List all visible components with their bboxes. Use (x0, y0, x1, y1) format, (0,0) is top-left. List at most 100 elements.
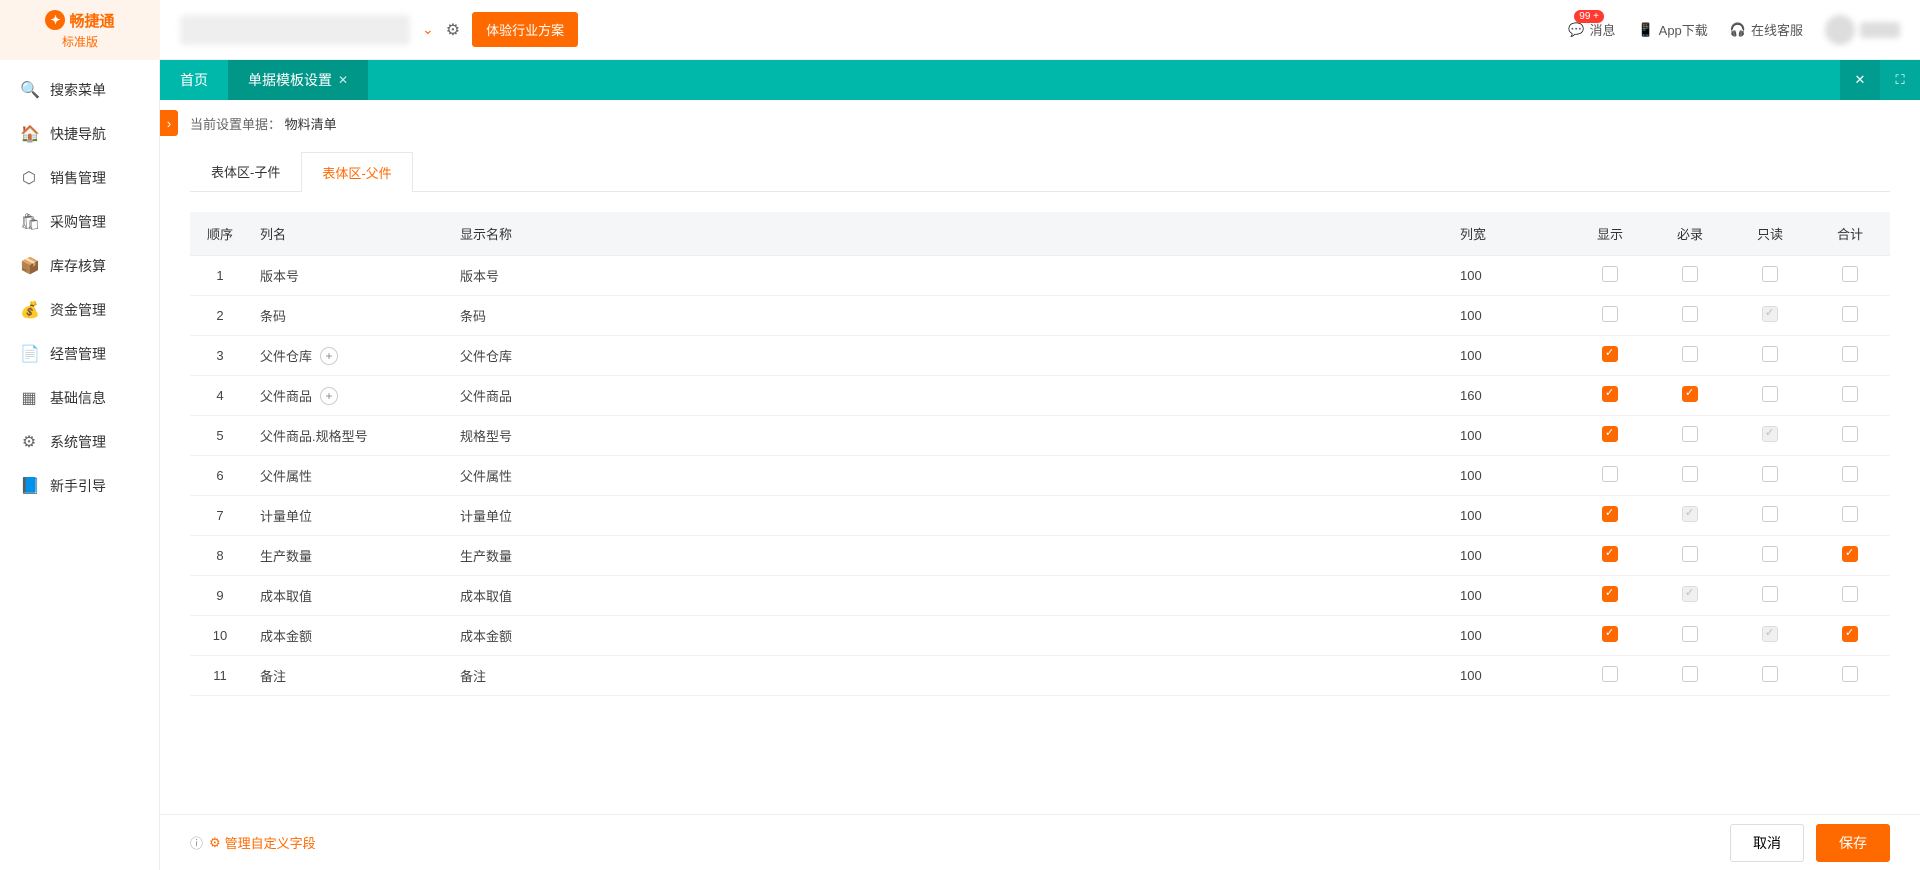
column-width[interactable]: 100 (1450, 416, 1570, 456)
help-icon[interactable]: ⓘ (190, 833, 203, 852)
display-name[interactable]: 父件仓库 (450, 336, 1450, 376)
checkbox[interactable] (1762, 546, 1778, 562)
checkbox[interactable] (1842, 426, 1858, 442)
checkbox[interactable] (1842, 266, 1858, 282)
subtab-parent[interactable]: 表体区-父件 (301, 152, 412, 192)
display-name[interactable]: 计量单位 (450, 496, 1450, 536)
display-name[interactable]: 规格型号 (450, 416, 1450, 456)
checkbox[interactable] (1682, 426, 1698, 442)
checkbox[interactable] (1682, 666, 1698, 682)
checkbox[interactable] (1602, 466, 1618, 482)
app-download-link[interactable]: 📱 App下载 (1637, 20, 1707, 39)
table-row: 3父件仓库+父件仓库100 (190, 336, 1890, 376)
column-width[interactable]: 100 (1450, 576, 1570, 616)
table-row: 1版本号版本号100 (190, 256, 1890, 296)
column-width[interactable]: 100 (1450, 656, 1570, 696)
checkbox[interactable] (1682, 346, 1698, 362)
checkbox[interactable] (1842, 626, 1858, 642)
column-width[interactable]: 100 (1450, 456, 1570, 496)
checkbox[interactable] (1842, 306, 1858, 322)
save-button[interactable]: 保存 (1816, 824, 1890, 862)
checkbox[interactable] (1762, 346, 1778, 362)
experience-button[interactable]: 体验行业方案 (472, 12, 578, 47)
sidebar-item-8[interactable]: ⚙系统管理 (0, 420, 159, 464)
checkbox[interactable] (1682, 386, 1698, 402)
display-name[interactable]: 备注 (450, 656, 1450, 696)
sidebar-item-4[interactable]: 📦库存核算 (0, 244, 159, 288)
checkbox[interactable] (1682, 546, 1698, 562)
cancel-button[interactable]: 取消 (1730, 824, 1804, 862)
checkbox[interactable] (1842, 386, 1858, 402)
tab-home[interactable]: 首页 (160, 60, 228, 100)
display-name[interactable]: 成本金额 (450, 616, 1450, 656)
checkbox[interactable] (1602, 306, 1618, 322)
checkbox[interactable] (1842, 546, 1858, 562)
th-name: 列名 (250, 212, 450, 256)
sidebar-item-6[interactable]: 📄经营管理 (0, 332, 159, 376)
user-menu[interactable] (1825, 15, 1900, 45)
checkbox[interactable] (1602, 426, 1618, 442)
gear-icon[interactable]: ⚙ (446, 20, 460, 40)
column-name: 父件属性 (260, 466, 312, 485)
column-width[interactable]: 100 (1450, 616, 1570, 656)
column-width[interactable]: 100 (1450, 256, 1570, 296)
display-name[interactable]: 父件商品 (450, 376, 1450, 416)
checkbox[interactable] (1682, 266, 1698, 282)
column-width[interactable]: 100 (1450, 496, 1570, 536)
checkbox[interactable] (1602, 386, 1618, 402)
checkbox[interactable] (1842, 506, 1858, 522)
checkbox[interactable] (1762, 666, 1778, 682)
sidebar-item-3[interactable]: 🛍采购管理 (0, 200, 159, 244)
checkbox[interactable] (1602, 666, 1618, 682)
tab-template-settings[interactable]: 单据模板设置 ✕ (228, 60, 368, 100)
column-width[interactable]: 100 (1450, 336, 1570, 376)
sidebar-item-7[interactable]: ▦基础信息 (0, 376, 159, 420)
checkbox[interactable] (1842, 466, 1858, 482)
display-name[interactable]: 条码 (450, 296, 1450, 336)
column-width[interactable]: 100 (1450, 536, 1570, 576)
checkbox[interactable] (1682, 466, 1698, 482)
display-name[interactable]: 版本号 (450, 256, 1450, 296)
checkbox[interactable] (1762, 506, 1778, 522)
checkbox[interactable] (1762, 386, 1778, 402)
messages-link[interactable]: 99 + 💬 消息 (1568, 20, 1615, 39)
display-name[interactable]: 成本取值 (450, 576, 1450, 616)
chevron-down-icon[interactable]: ⌄ (422, 21, 434, 38)
checkbox[interactable] (1602, 626, 1618, 642)
expand-panel-button[interactable]: › (160, 110, 178, 136)
org-selector[interactable] (180, 15, 410, 45)
fullscreen-icon[interactable]: ⛶ (1880, 60, 1920, 100)
checkbox[interactable] (1602, 546, 1618, 562)
column-width[interactable]: 160 (1450, 376, 1570, 416)
checkbox[interactable] (1762, 266, 1778, 282)
sidebar-item-0[interactable]: 🔍搜索菜单 (0, 68, 159, 112)
checkbox[interactable] (1682, 626, 1698, 642)
subtab-child[interactable]: 表体区-子件 (190, 151, 301, 191)
checkbox[interactable] (1602, 586, 1618, 602)
add-icon[interactable]: + (320, 387, 338, 405)
checkbox[interactable] (1762, 466, 1778, 482)
sidebar-item-2[interactable]: ⬡销售管理 (0, 156, 159, 200)
close-icon[interactable]: ✕ (338, 73, 348, 87)
tab-close-all[interactable]: ✕ (1840, 60, 1880, 100)
column-name: 成本取值 (260, 586, 312, 605)
manage-custom-fields-link[interactable]: ⚙ 管理自定义字段 (209, 833, 316, 852)
column-name: 父件仓库 (260, 346, 312, 365)
checkbox[interactable] (1762, 586, 1778, 602)
customer-service-link[interactable]: 🎧 在线客服 (1730, 20, 1803, 39)
checkbox[interactable] (1842, 666, 1858, 682)
checkbox[interactable] (1842, 586, 1858, 602)
checkbox[interactable] (1602, 266, 1618, 282)
checkbox[interactable] (1602, 346, 1618, 362)
checkbox[interactable] (1682, 306, 1698, 322)
display-name[interactable]: 生产数量 (450, 536, 1450, 576)
add-icon[interactable]: + (320, 347, 338, 365)
sidebar-item-1[interactable]: 🏠快捷导航 (0, 112, 159, 156)
checkbox[interactable] (1842, 346, 1858, 362)
sidebar-item-5[interactable]: 💰资金管理 (0, 288, 159, 332)
display-name[interactable]: 父件属性 (450, 456, 1450, 496)
column-width[interactable]: 100 (1450, 296, 1570, 336)
th-req: 必录 (1650, 212, 1730, 256)
sidebar-item-9[interactable]: 📘新手引导 (0, 464, 159, 508)
checkbox[interactable] (1602, 506, 1618, 522)
